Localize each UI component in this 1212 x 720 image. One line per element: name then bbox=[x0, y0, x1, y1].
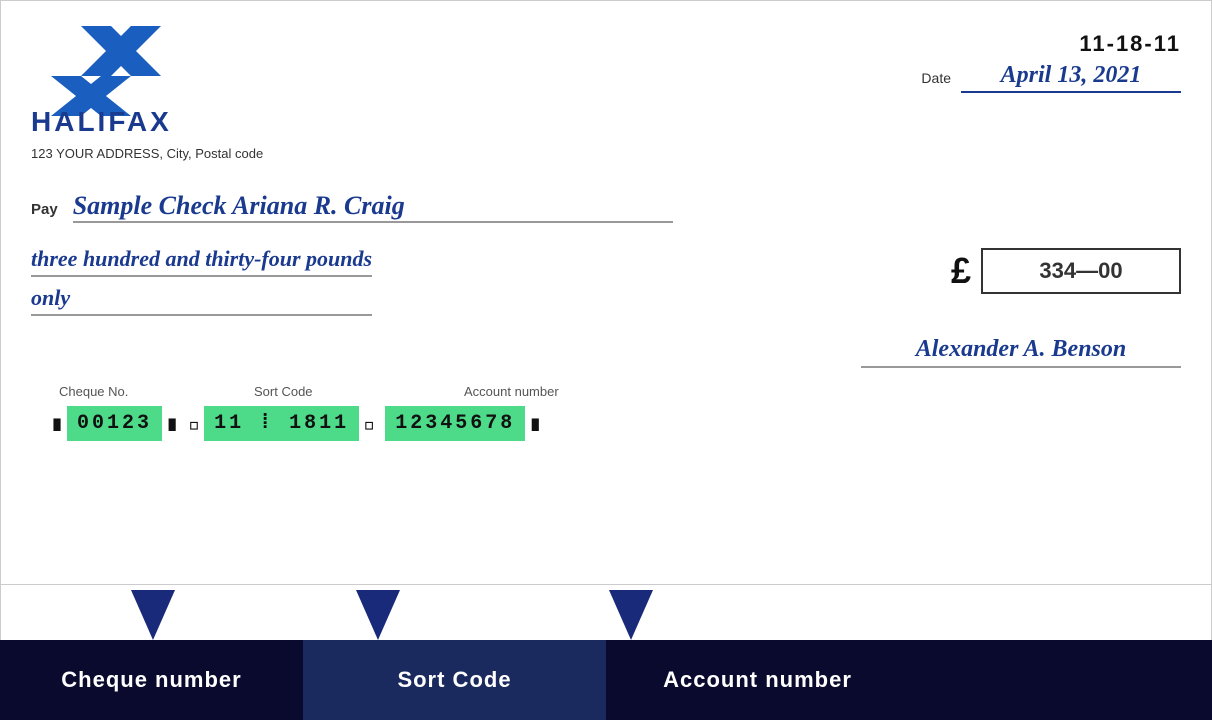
micr-delim-3: ▫ bbox=[188, 412, 200, 436]
cheque-no-label: Cheque No. bbox=[59, 383, 254, 401]
logo-container: HALIFAX bbox=[31, 21, 196, 138]
micr-delim-2: ∎ bbox=[166, 412, 178, 436]
date-value: April 13, 2021 bbox=[961, 62, 1181, 93]
footer-account-number-label: Account number bbox=[663, 667, 852, 693]
footer-bar: Cheque number Sort Code Account number bbox=[0, 640, 1212, 720]
footer-sort-code-label: Sort Code bbox=[397, 667, 511, 693]
pound-symbol: £ bbox=[951, 250, 971, 292]
micr-row: ∎ 00123 ∎ ▫ 11 ⁞ 1811 ▫ 12345678 ∎ bbox=[31, 406, 1181, 441]
arrow-cheque bbox=[131, 590, 175, 640]
top-right: 11-18-11 Date April 13, 2021 bbox=[921, 21, 1181, 93]
halifax-logo-icon bbox=[31, 21, 196, 116]
words-section: three hundred and thirty-four pounds onl… bbox=[31, 238, 372, 316]
footer-cheque-number: Cheque number bbox=[0, 640, 303, 720]
amount-words-line2: only bbox=[31, 285, 372, 316]
cheque-body: HALIFAX 11-18-11 Date April 13, 2021 123… bbox=[0, 0, 1212, 585]
date-row: Date April 13, 2021 bbox=[921, 62, 1181, 93]
footer-right-empty bbox=[909, 640, 1212, 720]
arrows-section bbox=[0, 585, 1212, 640]
arrow-account bbox=[609, 590, 653, 640]
cheque-number-micr: 00123 bbox=[67, 406, 162, 441]
account-no-micr: 12345678 bbox=[385, 406, 525, 441]
sort-code-display: 11-18-11 bbox=[1079, 31, 1181, 57]
date-label: Date bbox=[921, 70, 951, 86]
pay-row: Pay Sample Check Ariana R. Craig bbox=[31, 191, 1181, 223]
top-section: HALIFAX 11-18-11 Date April 13, 2021 bbox=[31, 21, 1181, 138]
arrow-sort bbox=[356, 590, 400, 640]
micr-delim-1: ∎ bbox=[51, 412, 63, 436]
payee-name: Sample Check Ariana R. Craig bbox=[73, 191, 673, 223]
amount-box: 334—00 bbox=[981, 248, 1181, 294]
amount-words-line1: three hundred and thirty-four pounds bbox=[31, 246, 372, 277]
sort-code-label: Sort Code bbox=[254, 383, 464, 401]
signature-value: Alexander A. Benson bbox=[861, 336, 1181, 368]
account-no-label: Account number bbox=[464, 383, 664, 401]
amount-section: £ 334—00 bbox=[951, 248, 1181, 294]
micr-delim-4: ▫ bbox=[363, 412, 375, 436]
logo-text: HALIFAX bbox=[31, 106, 172, 138]
sort-code-micr: 11 ⁞ 1811 bbox=[204, 406, 359, 441]
footer-sort-code: Sort Code bbox=[303, 640, 606, 720]
footer-cheque-number-label: Cheque number bbox=[61, 667, 241, 693]
signature-section: Alexander A. Benson bbox=[31, 336, 1181, 368]
cheque-wrapper: HALIFAX 11-18-11 Date April 13, 2021 123… bbox=[0, 0, 1212, 720]
micr-delim-5: ∎ bbox=[529, 412, 541, 436]
address-text: 123 YOUR ADDRESS, City, Postal code bbox=[31, 146, 1181, 161]
footer-account-number: Account number bbox=[606, 640, 909, 720]
pay-label: Pay bbox=[31, 201, 58, 218]
